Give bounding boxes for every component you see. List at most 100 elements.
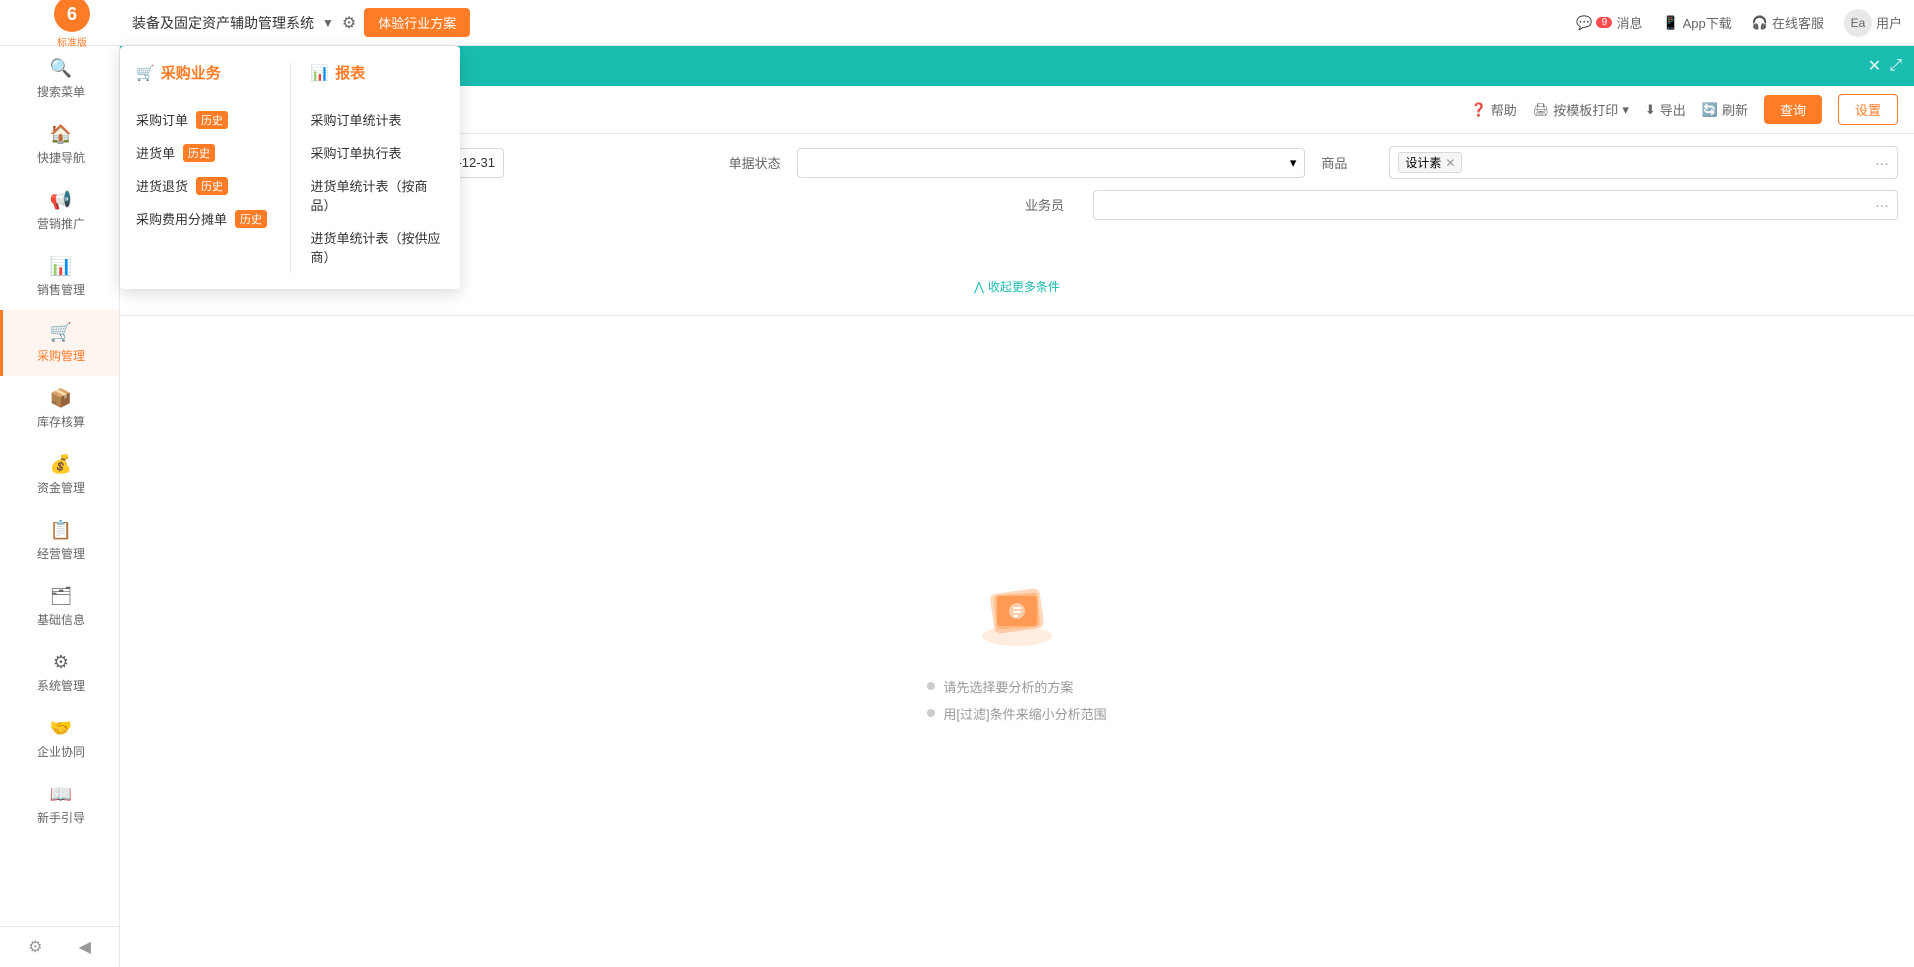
sidebar-bottom: ⚙ ◀ xyxy=(0,926,119,967)
empty-state: 请先选择要分析的方案 用[过滤]条件来缩小分析范围 xyxy=(120,316,1914,967)
print-template-btn[interactable]: 🖨 按模板打印 ▾ xyxy=(1533,100,1629,119)
dropdown-item-purchase-order-stat[interactable]: 采购订单统计表 xyxy=(311,103,445,136)
purchase-order-exec-label: 采购订单执行表 xyxy=(311,143,402,162)
sidebar-item-operations[interactable]: 📋 经营管理 xyxy=(0,508,119,574)
sidebar-label-purchase: 采购管理 xyxy=(37,347,85,364)
history-badge-2: 历史 xyxy=(183,144,215,162)
sidebar-item-search-menu[interactable]: 🔍 搜索菜单 xyxy=(0,46,119,112)
headset-icon: 🎧 xyxy=(1752,15,1768,31)
avatar: Ea xyxy=(1844,9,1872,37)
product-input[interactable]: 设计素 ✕ ··· xyxy=(1389,146,1898,179)
sidebar-item-purchase[interactable]: 🛒 采购管理 xyxy=(0,310,119,376)
export-btn[interactable]: ⬇ 导出 xyxy=(1645,100,1686,119)
message-badge: 9 xyxy=(1596,17,1612,28)
tab-close-all-icon[interactable]: ✕ xyxy=(1868,56,1881,76)
incoming-by-product-label: 进货单统计表（按商品） xyxy=(311,176,445,214)
search-menu-icon: 🔍 xyxy=(50,58,72,79)
product-more-dots: ··· xyxy=(1875,155,1889,171)
dropdown-item-cost-allocation[interactable]: 采购费用分摊单 历史 xyxy=(136,202,270,235)
status-label: 单据状态 xyxy=(729,153,789,172)
cooperation-icon: 🤝 xyxy=(50,718,72,739)
history-badge-4: 历史 xyxy=(235,210,267,228)
dropdown-report-icon: 📊 xyxy=(311,64,330,82)
dropdown-item-incoming-by-supplier[interactable]: 进货单统计表（按供应商） xyxy=(311,221,445,273)
tab-bar-right: ✕ ⤢ xyxy=(1868,56,1914,76)
collapse-label: 收起更多条件 xyxy=(988,278,1060,295)
purchase-icon: 🛒 xyxy=(50,322,72,343)
sidebar-label-quick-nav: 快捷导航 xyxy=(37,149,85,166)
dropdown-purchase-col: 🛒 采购业务 采购订单 历史 进货单 历史 进货退货 历史 采购费用分摊单 历史 xyxy=(136,62,270,273)
app-title: 装备及固定资产辅助管理系统 xyxy=(132,13,314,33)
dropdown-purchase-icon: 🛒 xyxy=(136,64,155,82)
empty-text: 请先选择要分析的方案 用[过滤]条件来缩小分析范围 xyxy=(927,677,1106,723)
dot-1 xyxy=(927,682,935,690)
salesperson-label: 业务员 xyxy=(1025,195,1085,214)
sidebar-settings-icon[interactable]: ⚙ xyxy=(28,937,42,957)
dropdown-report-col: 📊 报表 采购订单统计表 采购订单执行表 进货单统计表（按商品） 进货单统计表（… xyxy=(311,62,445,273)
refresh-label: 刷新 xyxy=(1722,100,1748,119)
sidebar-item-quick-nav[interactable]: 🏠 快捷导航 xyxy=(0,112,119,178)
cost-allocation-label: 采购费用分摊单 xyxy=(136,209,227,228)
sidebar-label-operations: 经营管理 xyxy=(37,545,85,562)
dropdown-item-purchase-order-exec[interactable]: 采购订单执行表 xyxy=(311,136,445,169)
dropdown-item-purchase-order[interactable]: 采购订单 历史 xyxy=(136,103,270,136)
message-btn[interactable]: 💬 9 消息 xyxy=(1576,13,1642,32)
query-btn[interactable]: 查询 xyxy=(1764,95,1822,124)
title-dropdown-icon[interactable]: ▼ xyxy=(322,16,334,30)
system-icon: ⚙ xyxy=(53,652,69,673)
message-icon: 💬 xyxy=(1576,15,1592,31)
product-tag: 设计素 ✕ xyxy=(1398,152,1462,173)
collapse-icon: ⋀ xyxy=(974,280,984,294)
sidebar-label-marketing: 营销推广 xyxy=(37,215,85,232)
sidebar-label-guide: 新手引导 xyxy=(37,809,85,826)
sidebar-item-cooperation[interactable]: 🤝 企业协同 xyxy=(0,706,119,772)
incoming-by-supplier-label: 进货单统计表（按供应商） xyxy=(311,228,445,266)
print-label: 按模板打印 xyxy=(1553,100,1618,119)
sidebar-item-basic-info[interactable]: 🗂 基础信息 xyxy=(0,574,119,640)
operations-icon: 📋 xyxy=(50,520,72,541)
settings-icon[interactable]: ⚙ xyxy=(342,13,356,33)
empty-label-1: 请先选择要分析的方案 xyxy=(943,677,1073,696)
industry-btn[interactable]: 体验行业方案 xyxy=(364,8,470,37)
dropdown-item-incoming-by-product[interactable]: 进货单统计表（按商品） xyxy=(311,169,445,221)
sidebar-item-inventory[interactable]: 📦 库存核算 xyxy=(0,376,119,442)
dropdown-item-incoming[interactable]: 进货单 历史 xyxy=(136,136,270,169)
online-service-btn[interactable]: 🎧 在线客服 xyxy=(1752,13,1824,32)
incoming-label: 进货单 xyxy=(136,143,175,162)
sidebar-label-inventory: 库存核算 xyxy=(37,413,85,430)
sidebar-item-marketing[interactable]: 📢 营销推广 xyxy=(0,178,119,244)
filter-product: 商品 设计素 ✕ ··· xyxy=(1321,146,1898,179)
history-badge-3: 历史 xyxy=(196,177,228,195)
sidebar-item-system[interactable]: ⚙ 系统管理 xyxy=(0,640,119,706)
user-btn[interactable]: Ea 用户 xyxy=(1844,9,1902,37)
sidebar-collapse-icon[interactable]: ◀ xyxy=(79,937,91,957)
dropdown-item-return[interactable]: 进货退货 历史 xyxy=(136,169,270,202)
sidebar-item-sales[interactable]: 📊 销售管理 xyxy=(0,244,119,310)
product-tag-close[interactable]: ✕ xyxy=(1445,156,1455,170)
print-dropdown-icon: ▾ xyxy=(1622,102,1629,118)
filter-salesperson: 业务员 ··· xyxy=(1025,190,1898,220)
sales-icon: 📊 xyxy=(50,256,72,277)
sidebar-item-finance[interactable]: 💰 资金管理 xyxy=(0,442,119,508)
app-download-btn[interactable]: 📱 App下载 xyxy=(1662,13,1731,32)
empty-line-1: 请先选择要分析的方案 xyxy=(927,677,1106,696)
guide-icon: 📖 xyxy=(50,784,72,805)
sidebar-item-guide[interactable]: 📖 新手引导 xyxy=(0,772,119,838)
sidebar-label-search-menu: 搜索菜单 xyxy=(37,83,85,100)
status-input[interactable]: ▾ xyxy=(797,148,1306,178)
history-badge-1: 历史 xyxy=(196,111,228,129)
product-label: 商品 xyxy=(1321,153,1381,172)
tab-expand-icon[interactable]: ⤢ xyxy=(1889,57,1902,75)
settings-btn[interactable]: 设置 xyxy=(1838,94,1898,125)
salesperson-input[interactable]: ··· xyxy=(1093,190,1898,220)
empty-line-2: 用[过滤]条件来缩小分析范围 xyxy=(927,704,1106,723)
logo-subtitle: 标准版 xyxy=(57,34,87,49)
sidebar-label-sales: 销售管理 xyxy=(37,281,85,298)
help-btn[interactable]: ❓ 帮助 xyxy=(1471,100,1517,119)
refresh-btn[interactable]: 🔄 刷新 xyxy=(1702,100,1748,119)
refresh-icon: 🔄 xyxy=(1702,102,1718,118)
basic-info-icon: 🗂 xyxy=(50,586,73,607)
top-header: 6 标准版 装备及固定资产辅助管理系统 ▼ ⚙ 体验行业方案 💬 9 消息 📱 … xyxy=(0,0,1914,46)
status-dropdown-icon: ▾ xyxy=(1290,155,1297,171)
marketing-icon: 📢 xyxy=(50,190,72,211)
